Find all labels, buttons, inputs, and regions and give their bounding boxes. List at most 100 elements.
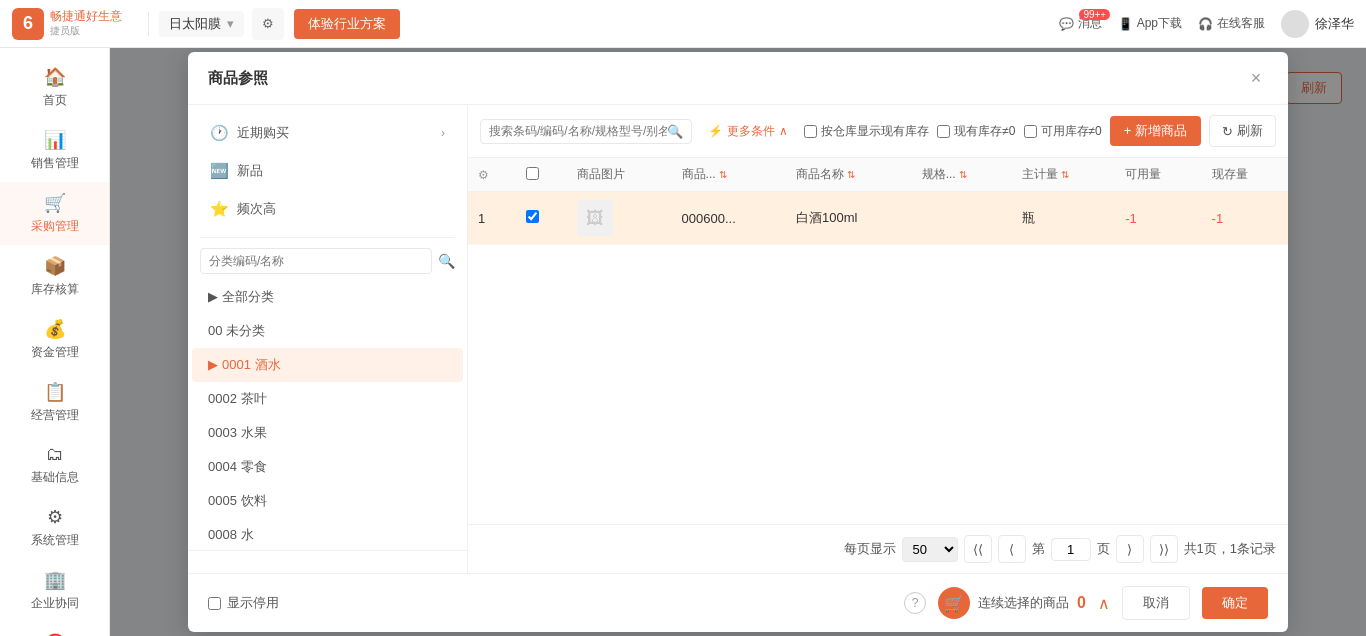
sidebar-item-home[interactable]: 🏠 首页 <box>0 56 109 119</box>
next-page-button[interactable]: ⟩ <box>1116 535 1144 563</box>
unit-col-header[interactable]: 主计量 ⇅ <box>1012 158 1115 192</box>
top-navbar: 6 畅捷通好生意 捷员版 日太阳膜 ▾ ⚙ 体验行业方案 💬 消息 99++ 📱… <box>0 0 1366 48</box>
sidebar-item-guide[interactable]: 🎯 新手引导 <box>0 622 109 636</box>
product-reference-modal: 商品参照 × 🕐 近期购买 › � <box>188 52 1288 632</box>
modal-header: 商品参照 × <box>188 52 1288 105</box>
left-divider <box>200 237 455 238</box>
new-products-button[interactable]: 🆕 新品 <box>200 155 455 187</box>
user-info[interactable]: 徐泽华 <box>1281 10 1354 38</box>
last-page-button[interactable]: ⟩⟩ <box>1150 535 1178 563</box>
app-download-button[interactable]: 📱 App下载 <box>1118 15 1182 32</box>
category-item-0003[interactable]: 0003 水果 <box>192 416 463 450</box>
page-suffix: 页 <box>1097 540 1110 558</box>
frequent-button[interactable]: ⭐ 频次高 <box>200 193 455 225</box>
add-product-button[interactable]: + 新增商品 <box>1110 116 1201 146</box>
left-panel: 🕐 近期购买 › 🆕 新品 ⭐ 频次高 <box>188 105 468 573</box>
stock-nonzero-checkbox[interactable] <box>937 125 950 138</box>
store-arrow-icon: ▾ <box>227 16 234 31</box>
collapse-button[interactable]: ∧ <box>1098 594 1110 613</box>
table-row[interactable]: 1 🖼 000600... 白酒100ml 瓶 <box>468 192 1288 245</box>
row-name-cell: 白酒100ml <box>786 192 912 245</box>
code-sort-icon: ⇅ <box>719 169 727 180</box>
row-spec-cell <box>912 192 1012 245</box>
category-search-input[interactable] <box>200 248 432 274</box>
per-page-select[interactable]: 50 100 200 <box>902 537 958 562</box>
refresh-button[interactable]: ↻ 刷新 <box>1209 115 1276 147</box>
cart-button[interactable]: 🛒 <box>938 587 970 619</box>
checkbox-available-nonzero[interactable]: 可用库存≠0 <box>1024 123 1102 140</box>
available-col-header: 可用量 <box>1115 158 1201 192</box>
product-search-input[interactable] <box>489 124 667 138</box>
purchase-icon: 🛒 <box>44 192 66 214</box>
row-index: 1 <box>468 192 516 245</box>
sidebar-item-collab[interactable]: 🏢 企业协同 <box>0 559 109 622</box>
sidebar-label-basic: 基础信息 <box>31 469 79 486</box>
stock-col-header: 现存量 <box>1202 158 1288 192</box>
filter-arrow-icon: ∧ <box>779 124 788 138</box>
logo: 6 畅捷通好生意 捷员版 <box>12 8 122 40</box>
sidebar-item-operations[interactable]: 📋 经营管理 <box>0 371 109 434</box>
row-checkbox-cell[interactable] <box>516 192 567 245</box>
modal-close-button[interactable]: × <box>1244 66 1268 90</box>
sidebar-item-purchase[interactable]: 🛒 采购管理 <box>0 182 109 245</box>
left-panel-footer <box>188 550 467 561</box>
modal-overlay: 商品参照 × 🕐 近期购买 › � <box>110 48 1366 636</box>
trial-button[interactable]: 体验行业方案 <box>294 9 400 39</box>
checkbox-col-header[interactable] <box>516 158 567 192</box>
product-search-icon: 🔍 <box>667 124 683 139</box>
sidebar-label-finance: 资金管理 <box>31 344 79 361</box>
product-table-container: ⚙ 商品图片 商品... ⇅ <box>468 158 1288 524</box>
message-icon: 💬 <box>1059 17 1074 31</box>
sidebar-label-purchase: 采购管理 <box>31 218 79 235</box>
help-icon[interactable]: ? <box>904 592 926 614</box>
recent-purchase-button[interactable]: 🕐 近期购买 › <box>200 117 455 149</box>
available-nonzero-checkbox[interactable] <box>1024 125 1037 138</box>
show-disabled-input[interactable] <box>208 597 221 610</box>
spec-col-header[interactable]: 规格... ⇅ <box>912 158 1012 192</box>
category-item-00[interactable]: 00 未分类 <box>192 314 463 348</box>
page-number-input[interactable] <box>1051 538 1091 561</box>
prev-page-button[interactable]: ⟨ <box>998 535 1026 563</box>
name-col-header[interactable]: 商品名称 ⇅ <box>786 158 912 192</box>
store-selector[interactable]: 日太阳膜 ▾ <box>159 11 244 37</box>
finance-icon: 💰 <box>44 318 66 340</box>
product-table: ⚙ 商品图片 商品... ⇅ <box>468 158 1288 245</box>
category-search-icon[interactable]: 🔍 <box>438 253 455 269</box>
category-item-0004[interactable]: 0004 零食 <box>192 450 463 484</box>
category-item-all[interactable]: ▶全部分类 <box>192 280 463 314</box>
category-item-0008[interactable]: 0008 水 <box>192 518 463 550</box>
service-button[interactable]: 🎧 在线客服 <box>1198 15 1265 32</box>
confirm-button[interactable]: 确定 <box>1202 587 1268 619</box>
app-icon: 📱 <box>1118 17 1133 31</box>
footer-right: ? 🛒 连续选择的商品 0 ∧ 取消 确定 <box>904 586 1268 620</box>
category-item-0002[interactable]: 0002 茶叶 <box>192 382 463 416</box>
more-filter-button[interactable]: ⚡ 更多条件 ∧ <box>700 119 796 144</box>
show-disabled-label: 显示停用 <box>227 594 279 612</box>
sidebar-item-finance[interactable]: 💰 资金管理 <box>0 308 109 371</box>
per-page-label: 每页显示 <box>844 540 896 558</box>
left-panel-top: 🕐 近期购买 › 🆕 新品 ⭐ 频次高 <box>188 117 467 233</box>
first-page-button[interactable]: ⟨⟨ <box>964 535 992 563</box>
select-all-checkbox[interactable] <box>526 167 539 180</box>
show-disabled-checkbox[interactable]: 显示停用 <box>208 594 279 612</box>
category-item-0001[interactable]: ▶0001 酒水 <box>192 348 463 382</box>
code-col-header[interactable]: 商品... ⇅ <box>672 158 786 192</box>
sidebar-label-home: 首页 <box>43 92 67 109</box>
cart-area: 🛒 连续选择的商品 0 <box>938 587 1086 619</box>
product-search-bar[interactable]: 🔍 <box>480 119 692 144</box>
warehouse-stock-checkbox[interactable] <box>804 125 817 138</box>
message-button[interactable]: 💬 消息 99++ <box>1059 15 1102 32</box>
sidebar-label-operations: 经营管理 <box>31 407 79 424</box>
category-item-0005[interactable]: 0005 饮料 <box>192 484 463 518</box>
sidebar-item-inventory[interactable]: 📦 库存核算 <box>0 245 109 308</box>
checkbox-warehouse-stock[interactable]: 按仓库显示现有库存 <box>804 123 929 140</box>
row-checkbox[interactable] <box>526 210 539 223</box>
sidebar-item-sales[interactable]: 📊 销售管理 <box>0 119 109 182</box>
sidebar-item-basic[interactable]: 🗂 基础信息 <box>0 434 109 496</box>
settings-col-header[interactable]: ⚙ <box>468 158 516 192</box>
cancel-button[interactable]: 取消 <box>1122 586 1190 620</box>
checkbox-stock-nonzero[interactable]: 现有库存≠0 <box>937 123 1015 140</box>
gear-button[interactable]: ⚙ <box>252 8 284 40</box>
sidebar-item-system[interactable]: ⚙ 系统管理 <box>0 496 109 559</box>
frequent-icon: ⭐ <box>210 200 229 218</box>
